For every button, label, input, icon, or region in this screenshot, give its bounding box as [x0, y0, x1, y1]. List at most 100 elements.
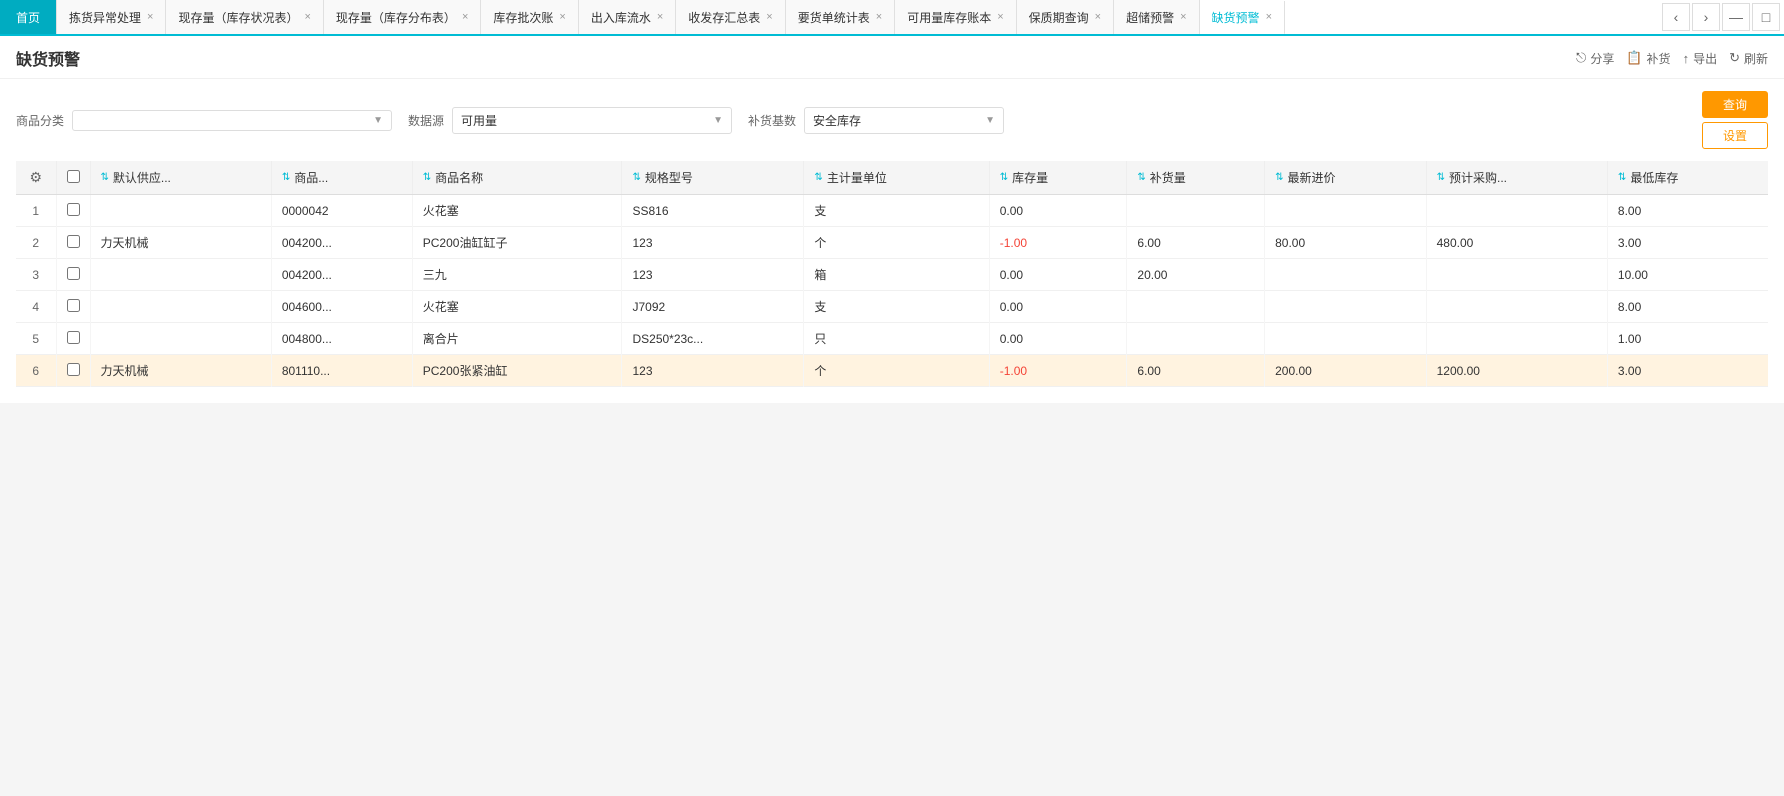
th-latest-price[interactable]: ⇅ 最新进价 [1265, 161, 1427, 195]
tab-order[interactable]: 要货单统计表 × [786, 0, 895, 34]
table-body: 1 0000042 火花塞 SS816 支 0.00 8.00 2 力天机械 0… [16, 195, 1768, 387]
tab-batch-close[interactable]: × [559, 11, 565, 23]
tab-shortage[interactable]: 缺货预警 × [1200, 1, 1285, 35]
row-num: 4 [16, 291, 56, 323]
sort-est-purchase-icon: ⇅ [1437, 172, 1445, 183]
sort-name-icon: ⇅ [423, 172, 431, 183]
tab-inv2[interactable]: 现存量（库存分布表） × [324, 0, 481, 34]
tab-over-close[interactable]: × [1180, 11, 1186, 23]
row-latest-price [1265, 291, 1427, 323]
th-replenish[interactable]: ⇅ 补货量 [1127, 161, 1265, 195]
row-code: 004200... [271, 259, 412, 291]
tab-avail[interactable]: 可用量库存账本 × [895, 0, 1016, 34]
th-est-purchase-label: 预计采购... [1449, 169, 1507, 186]
th-name[interactable]: ⇅ 商品名称 [412, 161, 622, 195]
category-select-arrow: ▼ [373, 115, 383, 126]
header-actions: ⎋ 分享 📋 补货 ↑ 导出 ↻ 刷新 [1576, 50, 1768, 67]
tab-expire-close[interactable]: × [1095, 11, 1101, 23]
row-est-purchase [1426, 195, 1607, 227]
th-stock[interactable]: ⇅ 库存量 [989, 161, 1127, 195]
tab-avail-close[interactable]: × [997, 11, 1003, 23]
tab-summary-close[interactable]: × [766, 11, 772, 23]
tab-batch-label: 库存批次账 [493, 9, 553, 26]
replenish-base-filter-group: 补货基数 安全库存 ▼ [748, 107, 1004, 134]
row-checkbox[interactable] [67, 331, 80, 344]
tab-maximize-button[interactable]: □ [1752, 3, 1780, 31]
table-row: 3 004200... 三九 123 箱 0.00 20.00 10.00 [16, 259, 1768, 291]
row-checkbox[interactable] [67, 203, 80, 216]
row-checkbox[interactable] [67, 363, 80, 376]
tab-summary[interactable]: 收发存汇总表 × [676, 0, 785, 34]
row-code: 801110... [271, 355, 412, 387]
share-label: 分享 [1590, 50, 1614, 67]
row-code: 004200... [271, 227, 412, 259]
filter-bar: 商品分类 ▼ 数据源 可用量 ▼ 补货基数 安全库存 ▼ 查询 设置 [0, 79, 1784, 161]
tab-pick-close[interactable]: × [147, 11, 153, 23]
row-checkbox[interactable] [67, 235, 80, 248]
refresh-label: 刷新 [1744, 50, 1768, 67]
row-est-purchase [1426, 259, 1607, 291]
tab-shortage-close[interactable]: × [1266, 11, 1272, 23]
row-num: 2 [16, 227, 56, 259]
row-min-stock: 3.00 [1607, 227, 1768, 259]
row-est-purchase [1426, 291, 1607, 323]
row-name: 火花塞 [412, 291, 622, 323]
tab-inv2-close[interactable]: × [462, 11, 468, 23]
th-min-stock-label: 最低库存 [1630, 169, 1678, 186]
datasource-select[interactable]: 可用量 ▼ [452, 107, 732, 134]
refresh-button[interactable]: ↻ 刷新 [1729, 50, 1768, 67]
query-button[interactable]: 查询 [1702, 91, 1768, 118]
tab-prev-button[interactable]: ‹ [1662, 3, 1690, 31]
datasource-select-value: 可用量 [461, 112, 497, 129]
gear-icon[interactable]: ⚙ [29, 169, 42, 185]
tab-inv1[interactable]: 现存量（库存状况表） × [166, 0, 323, 34]
row-checkbox[interactable] [67, 299, 80, 312]
th-min-stock[interactable]: ⇅ 最低库存 [1607, 161, 1768, 195]
row-supplier: 力天机械 [90, 227, 271, 259]
th-est-purchase[interactable]: ⇅ 预计采购... [1426, 161, 1607, 195]
row-checkbox[interactable] [67, 267, 80, 280]
row-min-stock: 3.00 [1607, 355, 1768, 387]
tab-batch[interactable]: 库存批次账 × [481, 0, 578, 34]
row-latest-price [1265, 195, 1427, 227]
tab-flow[interactable]: 出入库流水 × [579, 0, 676, 34]
tab-inv1-close[interactable]: × [304, 11, 310, 23]
select-all-checkbox[interactable] [67, 170, 80, 183]
th-name-label: 商品名称 [435, 169, 483, 186]
row-latest-price [1265, 323, 1427, 355]
share-button[interactable]: ⎋ 分享 [1576, 50, 1614, 67]
sort-code-icon: ⇅ [282, 172, 290, 183]
th-spec[interactable]: ⇅ 规格型号 [622, 161, 804, 195]
replenish-base-filter-label: 补货基数 [748, 112, 796, 129]
settings-button[interactable]: 设置 [1702, 122, 1768, 149]
tab-flow-close[interactable]: × [657, 11, 663, 23]
tab-bar: 首页 拣货异常处理 × 现存量（库存状况表） × 现存量（库存分布表） × 库存… [0, 0, 1784, 36]
tab-over[interactable]: 超储预警 × [1114, 0, 1199, 34]
th-code[interactable]: ⇅ 商品... [271, 161, 412, 195]
tab-home[interactable]: 首页 [0, 0, 57, 34]
th-latest-price-label: 最新进价 [1287, 169, 1335, 186]
table-header-row: ⚙ ⇅ 默认供应... ⇅ 商品... [16, 161, 1768, 195]
tab-expire[interactable]: 保质期查询 × [1017, 0, 1114, 34]
tab-order-close[interactable]: × [876, 11, 882, 23]
category-filter-group: 商品分类 ▼ [16, 110, 392, 131]
page-container: 缺货预警 ⎋ 分享 📋 补货 ↑ 导出 ↻ 刷新 商品分类 [0, 36, 1784, 403]
row-unit: 箱 [804, 259, 989, 291]
export-button[interactable]: ↑ 导出 [1683, 50, 1718, 67]
tab-next-button[interactable]: › [1692, 3, 1720, 31]
th-spec-label: 规格型号 [645, 169, 693, 186]
row-latest-price: 200.00 [1265, 355, 1427, 387]
table-row: 1 0000042 火花塞 SS816 支 0.00 8.00 [16, 195, 1768, 227]
th-unit[interactable]: ⇅ 主计量单位 [804, 161, 989, 195]
th-supplier[interactable]: ⇅ 默认供应... [90, 161, 271, 195]
sort-min-stock-icon: ⇅ [1618, 172, 1626, 183]
row-unit: 个 [804, 355, 989, 387]
category-select[interactable]: ▼ [72, 110, 392, 131]
row-name: PC200张紧油缸 [412, 355, 622, 387]
replenish-base-select[interactable]: 安全库存 ▼ [804, 107, 1004, 134]
replenish-button[interactable]: 📋 补货 [1626, 50, 1670, 67]
tab-avail-label: 可用量库存账本 [907, 9, 991, 26]
datasource-filter-label: 数据源 [408, 112, 444, 129]
tab-minimize-button[interactable]: — [1722, 3, 1750, 31]
tab-pick[interactable]: 拣货异常处理 × [57, 0, 166, 34]
